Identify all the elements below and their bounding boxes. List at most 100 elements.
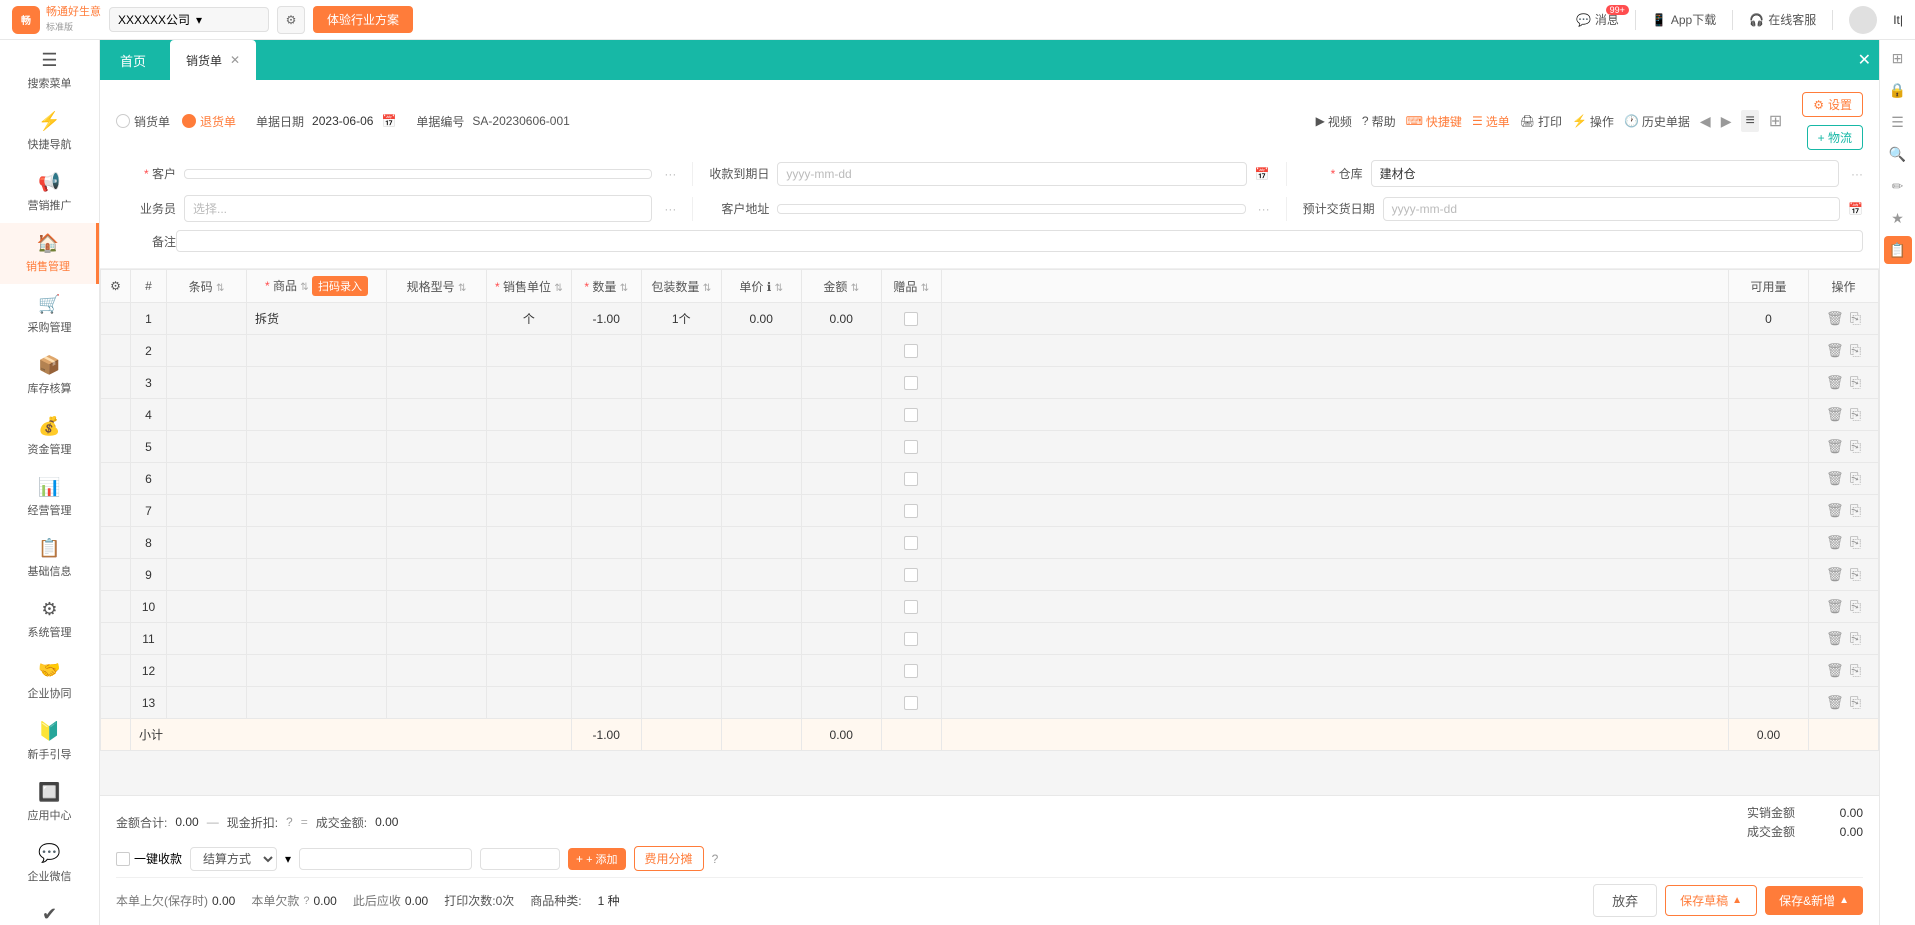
copy-icon-11[interactable]: ⎘ <box>1850 630 1861 647</box>
delete-icon-2[interactable]: 🗑 <box>1826 342 1844 359</box>
toolbar-help[interactable]: ? 帮助 <box>1362 113 1396 130</box>
toolbar-history[interactable]: 🕐 历史单据 <box>1624 113 1690 130</box>
rp-orange-icon[interactable]: 📋 <box>1884 236 1912 264</box>
save-new-button[interactable]: 保存&新增 ▲ <box>1765 886 1863 915</box>
delete-icon-9[interactable]: 🗑 <box>1826 566 1844 583</box>
th-price[interactable]: 单价 ℹ ⇅ <box>721 270 801 303</box>
delete-icon-10[interactable]: 🗑 <box>1826 598 1844 615</box>
copy-icon-13[interactable]: ⎘ <box>1850 694 1861 711</box>
rp-lock-icon[interactable]: 🔒 <box>1884 76 1912 104</box>
delete-icon-12[interactable]: 🗑 <box>1826 662 1844 679</box>
delete-icon-6[interactable]: 🗑 <box>1826 470 1844 487</box>
company-selector[interactable]: XXXXXX公司 ▾ <box>109 7 269 32</box>
settlement-method-select[interactable]: 结算方式 <box>190 847 277 871</box>
copy-icon-8[interactable]: ⎘ <box>1850 534 1861 551</box>
one-click-checkbox[interactable] <box>116 852 130 866</box>
sidebar-item-basic-info[interactable]: 📋 基础信息 <box>0 528 99 589</box>
td-spec-1[interactable] <box>387 303 487 335</box>
rp-edit-icon[interactable]: ✏ <box>1884 172 1912 200</box>
copy-icon-6[interactable]: ⎘ <box>1850 470 1861 487</box>
th-product[interactable]: * 商品 ⇅ 扫码录入 <box>247 270 387 303</box>
scan-button[interactable]: 扫码录入 <box>312 276 368 296</box>
settings-button[interactable]: ⚙ <box>277 6 305 34</box>
copy-icon-12[interactable]: ⎘ <box>1850 662 1861 679</box>
close-icon[interactable]: ✕ <box>230 53 240 67</box>
toolbar-operation[interactable]: ⚡ 操作 <box>1572 113 1614 130</box>
customer-input[interactable] <box>184 169 652 179</box>
sidebar-item-enterprise-wechat[interactable]: 💬 企业微信 <box>0 833 99 894</box>
td-settings-1[interactable] <box>101 303 131 335</box>
copy-icon-3[interactable]: ⎘ <box>1850 374 1861 391</box>
question-icon2[interactable]: ? <box>303 895 309 907</box>
sidebar-item-operations[interactable]: 📊 经营管理 <box>0 467 99 528</box>
delete-icon-3[interactable]: 🗑 <box>1826 374 1844 391</box>
rp-star-icon[interactable]: ★ <box>1884 204 1912 232</box>
sidebar-item-sales-mgmt[interactable]: 🏠 销售管理 <box>0 223 99 284</box>
th-spec[interactable]: 规格型号 ⇅ <box>387 270 487 303</box>
amount-input[interactable] <box>480 848 560 870</box>
discard-button[interactable]: 放弃 <box>1593 884 1657 917</box>
sidebar-item-purchase-mgmt[interactable]: 🛒 采购管理 <box>0 284 99 345</box>
td-amount-1[interactable]: 0.00 <box>801 303 881 335</box>
th-pkg-qty[interactable]: 包装数量 ⇅ <box>641 270 721 303</box>
one-click-payment[interactable]: 一键收款 <box>116 850 182 867</box>
grid-view-icon[interactable]: ⊞ <box>1769 111 1782 131</box>
sidebar-item-new-guide[interactable]: 🔰 新手引导 <box>0 711 99 772</box>
sidebar-item-search-order[interactable]: ☰ 搜索菜单 <box>0 40 99 101</box>
radio-return-order[interactable]: 退货单 <box>182 113 236 130</box>
delete-icon-8[interactable]: 🗑 <box>1826 534 1844 551</box>
sidebar-item-marketing[interactable]: 📢 营销推广 <box>0 162 99 223</box>
delete-icon-1[interactable]: 🗑 <box>1826 310 1844 327</box>
sidebar-item-quick-nav[interactable]: ⚡ 快捷导航 <box>0 101 99 162</box>
notes-input[interactable] <box>176 230 1863 252</box>
td-qty-1[interactable]: -1.00 <box>571 303 641 335</box>
list-view-icon[interactable]: ≡ <box>1741 110 1758 132</box>
salesperson-input[interactable]: 选择... <box>184 195 652 222</box>
customer-addr-dots[interactable]: ··· <box>1258 202 1270 216</box>
delete-icon-4[interactable]: 🗑 <box>1826 406 1844 423</box>
warehouse-dots[interactable]: ··· <box>1851 167 1863 181</box>
fees-split-button[interactable]: 费用分摊 <box>634 846 704 871</box>
td-barcode-1[interactable] <box>167 303 247 335</box>
copy-icon-1[interactable]: ⎘ <box>1850 310 1861 327</box>
copy-icon-4[interactable]: ⎘ <box>1850 406 1861 423</box>
copy-icon-9[interactable]: ⎘ <box>1850 566 1861 583</box>
calendar-icon[interactable]: 📅 <box>381 114 396 128</box>
add-payment-button[interactable]: + + 添加 <box>568 848 626 870</box>
tab-home[interactable]: 首页 <box>100 40 166 80</box>
th-barcode[interactable]: 条码 ⇅ <box>167 270 247 303</box>
warehouse-input[interactable]: 建材仓 <box>1371 160 1839 187</box>
nav-next-icon[interactable]: ▶ <box>1721 113 1732 130</box>
radio-sales-order[interactable]: 销货单 <box>116 113 170 130</box>
delete-icon-5[interactable]: 🗑 <box>1826 438 1844 455</box>
receipt-calendar-icon[interactable]: 📅 <box>1255 167 1270 181</box>
delete-icon-7[interactable]: 🗑 <box>1826 502 1844 519</box>
expected-calendar-icon[interactable]: 📅 <box>1848 202 1863 216</box>
sidebar-item-enterprise-collab[interactable]: 🤝 企业协同 <box>0 650 99 711</box>
trial-button[interactable]: 体验行业方案 <box>313 6 413 33</box>
sidebar-item-inventory[interactable]: 📦 库存核算 <box>0 345 99 406</box>
logistics-btn[interactable]: + 物流 <box>1807 125 1863 150</box>
sidebar-item-app-center[interactable]: 🔲 应用中心 <box>0 772 99 833</box>
copy-icon-5[interactable]: ⎘ <box>1850 438 1861 455</box>
sidebar-item-capital-mgmt[interactable]: 💰 资金管理 <box>0 406 99 467</box>
rp-zoom-icon[interactable]: 🔍 <box>1884 140 1912 168</box>
tab-sales-order[interactable]: 销货单 ✕ <box>170 40 256 80</box>
th-unit[interactable]: * 销售单位 ⇅ <box>487 270 572 303</box>
toolbar-video[interactable]: ▶ 视频 <box>1316 113 1352 130</box>
app-download-btn[interactable]: 📱 App下载 <box>1652 11 1716 28</box>
avatar[interactable] <box>1849 6 1877 34</box>
sidebar-item-vip-member[interactable]: ✔ 畅会员 <box>0 894 99 925</box>
toolbar-shortcut[interactable]: ⌨ 快捷键 <box>1406 113 1462 130</box>
td-product-1[interactable]: 拆货 <box>247 303 387 335</box>
expected-date-input[interactable]: yyyy-mm-dd <box>1383 197 1840 221</box>
th-gift[interactable]: 赠品 ⇅ <box>881 270 941 303</box>
receipt-date-input[interactable]: yyyy-mm-dd <box>777 162 1246 186</box>
account-input[interactable] <box>299 848 472 870</box>
td-gift-1[interactable] <box>881 303 941 335</box>
customer-dots[interactable]: ··· <box>664 167 676 181</box>
td-pkg-qty-1[interactable]: 1个 <box>641 303 721 335</box>
th-qty[interactable]: * 数量 ⇅ <box>571 270 641 303</box>
customer-addr-input[interactable] <box>777 204 1245 214</box>
rp-table-icon[interactable]: ⊞ <box>1884 44 1912 72</box>
